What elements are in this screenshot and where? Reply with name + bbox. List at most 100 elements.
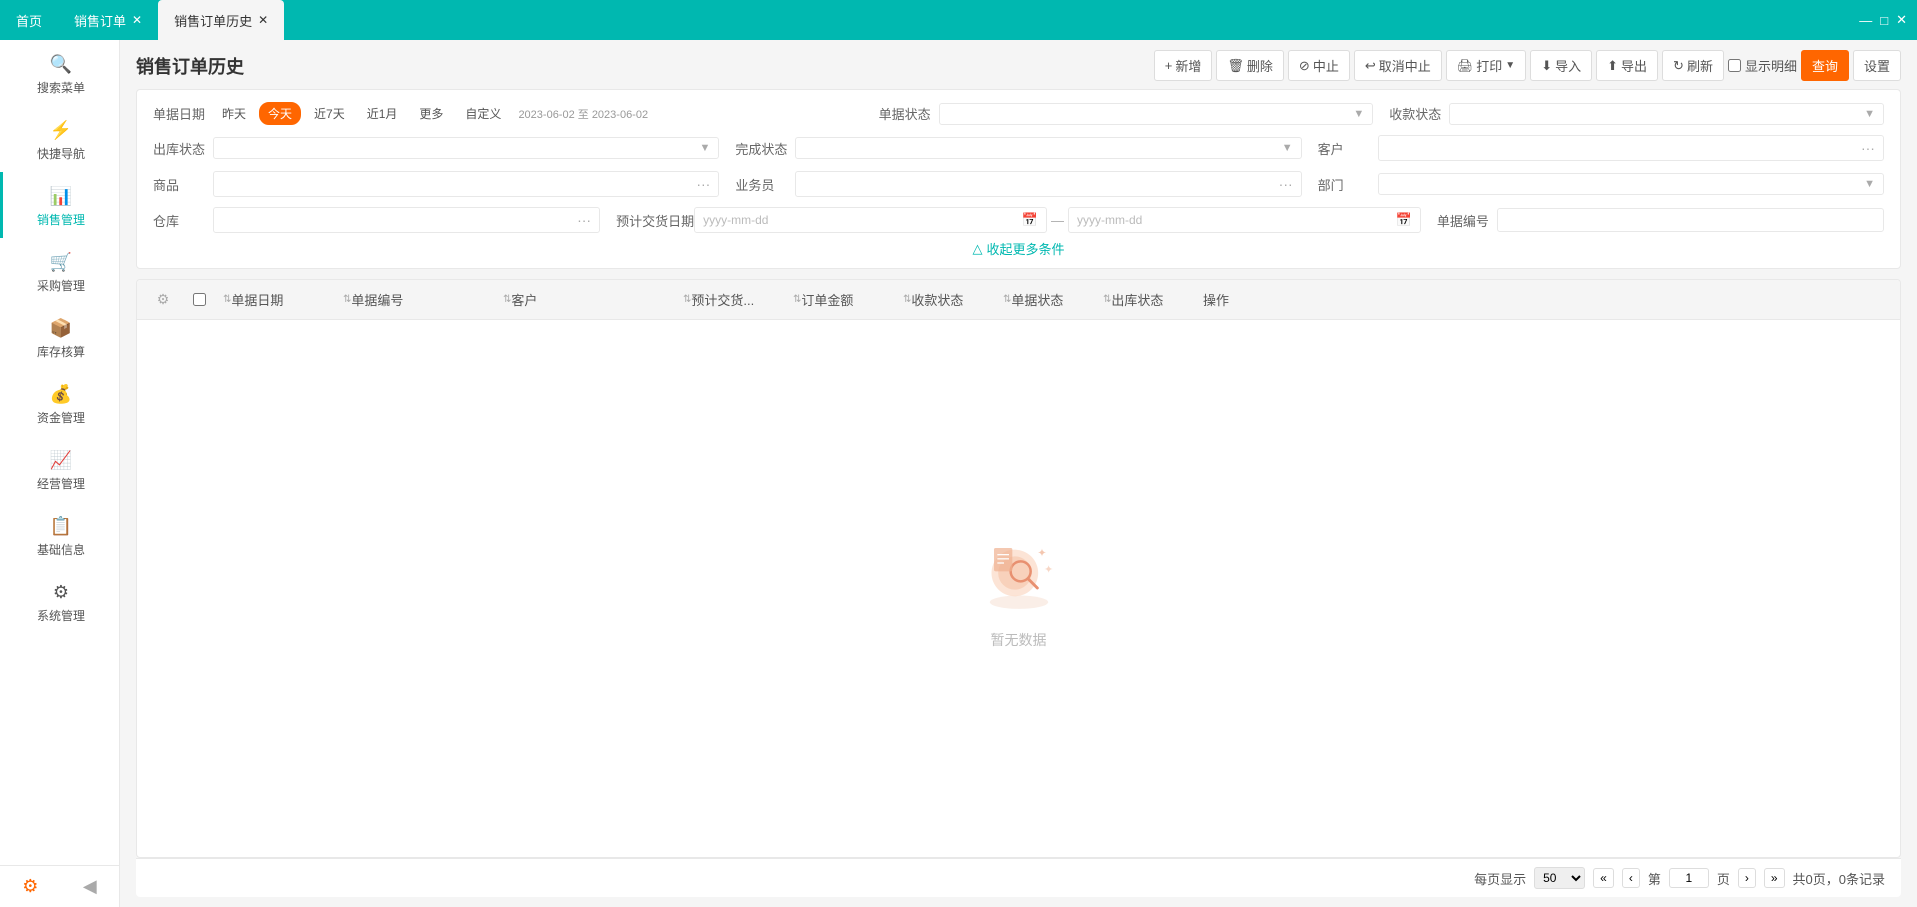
th-delivery[interactable]: ⇅ 预计交货... bbox=[677, 282, 787, 317]
th-number-sort-icon: ⇅ bbox=[343, 294, 351, 305]
product-label: 商品 bbox=[153, 175, 213, 194]
completion-status-arrow-icon: ▼ bbox=[1282, 142, 1293, 154]
sidebar-basic-label: 基础信息 bbox=[37, 541, 85, 558]
new-button[interactable]: + 新增 bbox=[1154, 50, 1213, 81]
th-customer[interactable]: ⇅ 客户 bbox=[497, 282, 677, 317]
settings-button[interactable]: 设置 bbox=[1853, 50, 1901, 81]
th-pay-status[interactable]: ⇅ 收款状态 bbox=[897, 282, 997, 317]
sidebar-item-sales[interactable]: 📊 销售管理 bbox=[0, 172, 119, 238]
page-number-input[interactable] bbox=[1669, 868, 1709, 888]
top-bar: 首页 销售订单 ✕ 销售订单历史 ✕ — □ ✕ bbox=[0, 0, 1917, 40]
collapse-up-icon: △ bbox=[972, 241, 982, 257]
delivery-date-from[interactable]: 📅 bbox=[694, 207, 1047, 233]
export-button[interactable]: ⬆ 导出 bbox=[1596, 50, 1658, 81]
th-amount[interactable]: ⇅ 订单金额 bbox=[787, 282, 897, 317]
th-checkbox[interactable] bbox=[181, 285, 217, 314]
delivery-date-to-input[interactable] bbox=[1077, 213, 1396, 227]
sidebar-item-search[interactable]: 🔍 搜索菜单 bbox=[0, 40, 119, 106]
filter-row-3: 商品 ··· 业务员 ··· 部门 bbox=[153, 171, 1884, 197]
sidebar-item-system[interactable]: ⚙ 系统管理 bbox=[0, 568, 119, 634]
next-page-btn[interactable]: › bbox=[1738, 868, 1756, 888]
stop-button[interactable]: ⊘ 中止 bbox=[1288, 50, 1350, 81]
sidebar-collapse-btn[interactable]: ◀ bbox=[83, 876, 97, 897]
tab-sales-order-close[interactable]: ✕ bbox=[132, 13, 142, 27]
delivery-date-to[interactable]: 📅 bbox=[1068, 207, 1421, 233]
select-all-checkbox[interactable] bbox=[193, 293, 206, 306]
completion-status-dropdown[interactable]: ▼ bbox=[795, 137, 1301, 159]
show-detail-checkbox[interactable]: 显示明细 bbox=[1728, 56, 1797, 75]
print-button[interactable]: 🖨 打印 ▼ bbox=[1446, 50, 1526, 81]
th-number[interactable]: ⇅ 单据编号 bbox=[337, 282, 497, 317]
th-date[interactable]: ⇅ 单据日期 bbox=[217, 282, 337, 317]
sidebar-system-label: 系统管理 bbox=[37, 607, 85, 624]
tab-sales-order[interactable]: 销售订单 ✕ bbox=[58, 0, 158, 40]
tab-bar: 首页 销售订单 ✕ 销售订单历史 ✕ bbox=[0, 0, 1859, 40]
date-tag-custom[interactable]: 自定义 bbox=[456, 102, 510, 125]
product-ellipsis-icon: ··· bbox=[696, 176, 710, 192]
sidebar-search-label: 搜索菜单 bbox=[37, 79, 85, 96]
date-tag-7days[interactable]: 近7天 bbox=[305, 102, 354, 125]
show-detail-input[interactable] bbox=[1728, 59, 1741, 72]
page-size-label: 每页显示 bbox=[1474, 869, 1526, 888]
out-status-dropdown[interactable]: ▼ bbox=[213, 137, 719, 159]
date-tag-more[interactable]: 更多 bbox=[410, 102, 452, 125]
product-input[interactable]: ··· bbox=[213, 171, 719, 197]
sidebar-operation-label: 经营管理 bbox=[37, 475, 85, 492]
page-size-select[interactable]: 20 50 100 bbox=[1534, 867, 1585, 889]
toolbar: + 新增 🗑 删除 ⊘ 中止 ↩ 取消中止 🖨 打印 bbox=[1154, 50, 1901, 81]
bill-status-dropdown[interactable]: ▼ bbox=[939, 103, 1374, 125]
page-header: 销售订单历史 + 新增 🗑 删除 ⊘ 中止 ↩ 取消中止 bbox=[120, 40, 1917, 89]
sidebar-item-operation[interactable]: 📈 经营管理 bbox=[0, 436, 119, 502]
delete-icon: 🗑 bbox=[1227, 58, 1244, 74]
salesperson-input[interactable]: ··· bbox=[795, 171, 1301, 197]
cancel-stop-button[interactable]: ↩ 取消中止 bbox=[1354, 50, 1442, 81]
date-tag-yesterday[interactable]: 昨天 bbox=[213, 102, 255, 125]
query-button[interactable]: 查询 bbox=[1801, 50, 1849, 81]
filter-item-salesperson: 业务员 ··· bbox=[735, 171, 1301, 197]
import-button[interactable]: ⬇ 导入 bbox=[1530, 50, 1592, 81]
pay-status-arrow-icon: ▼ bbox=[1864, 108, 1875, 120]
tab-home[interactable]: 首页 bbox=[0, 0, 58, 40]
sidebar-inventory-label: 库存核算 bbox=[37, 343, 85, 360]
collapse-filter-btn[interactable]: △ 收起更多条件 bbox=[153, 237, 1884, 260]
window-minimize-btn[interactable]: — bbox=[1859, 13, 1872, 28]
date-range-text: 2023-06-02 至 2023-06-02 bbox=[518, 106, 648, 122]
bill-status-arrow-icon: ▼ bbox=[1353, 108, 1364, 120]
sidebar-settings-btn[interactable]: ⚙ bbox=[22, 876, 38, 897]
out-status-arrow-icon: ▼ bbox=[699, 142, 710, 154]
sidebar-item-quick-nav[interactable]: ⚡ 快捷导航 bbox=[0, 106, 119, 172]
system-icon: ⚙ bbox=[53, 582, 69, 603]
sidebar-item-basic[interactable]: 📋 基础信息 bbox=[0, 502, 119, 568]
prev-page-btn[interactable]: ‹ bbox=[1622, 868, 1640, 888]
window-maximize-btn[interactable]: □ bbox=[1880, 13, 1888, 28]
first-page-btn[interactable]: « bbox=[1593, 868, 1614, 888]
sidebar-item-purchase[interactable]: 🛒 采购管理 bbox=[0, 238, 119, 304]
th-out-status[interactable]: ⇅ 出库状态 bbox=[1097, 282, 1197, 317]
customer-input[interactable]: ··· bbox=[1378, 135, 1884, 161]
print-label: 打印 bbox=[1476, 56, 1502, 75]
bill-number-field[interactable] bbox=[1506, 213, 1875, 227]
th-bill-status[interactable]: ⇅ 单据状态 bbox=[997, 282, 1097, 317]
main-layout: 🔍 搜索菜单 ⚡ 快捷导航 📊 销售管理 🛒 采购管理 📦 库存核算 💰 资金管… bbox=[0, 40, 1917, 907]
purchase-icon: 🛒 bbox=[50, 252, 72, 273]
date-tag-1month[interactable]: 近1月 bbox=[358, 102, 407, 125]
department-dropdown[interactable]: ▼ bbox=[1378, 173, 1884, 195]
pay-status-dropdown[interactable]: ▼ bbox=[1449, 103, 1884, 125]
delete-label: 删除 bbox=[1247, 56, 1273, 75]
last-page-btn[interactable]: » bbox=[1764, 868, 1785, 888]
bill-number-input[interactable] bbox=[1497, 208, 1884, 232]
refresh-button[interactable]: ↻ 刷新 bbox=[1662, 50, 1724, 81]
tab-sales-order-history[interactable]: 销售订单历史 ✕ bbox=[158, 0, 284, 40]
delivery-date-from-input[interactable] bbox=[703, 213, 1022, 227]
sidebar: 🔍 搜索菜单 ⚡ 快捷导航 📊 销售管理 🛒 采购管理 📦 库存核算 💰 资金管… bbox=[0, 40, 120, 907]
date-tag-today[interactable]: 今天 bbox=[259, 102, 301, 125]
warehouse-input[interactable]: ··· bbox=[213, 207, 600, 233]
window-close-btn[interactable]: ✕ bbox=[1896, 12, 1907, 28]
sidebar-quick-nav-label: 快捷导航 bbox=[37, 145, 85, 162]
sidebar-item-finance[interactable]: 💰 资金管理 bbox=[0, 370, 119, 436]
th-settings[interactable]: ⚙ bbox=[145, 283, 181, 316]
delete-button[interactable]: 🗑 删除 bbox=[1216, 50, 1284, 81]
sidebar-item-inventory[interactable]: 📦 库存核算 bbox=[0, 304, 119, 370]
tab-sales-order-history-close[interactable]: ✕ bbox=[258, 13, 268, 27]
basic-icon: 📋 bbox=[50, 516, 72, 537]
